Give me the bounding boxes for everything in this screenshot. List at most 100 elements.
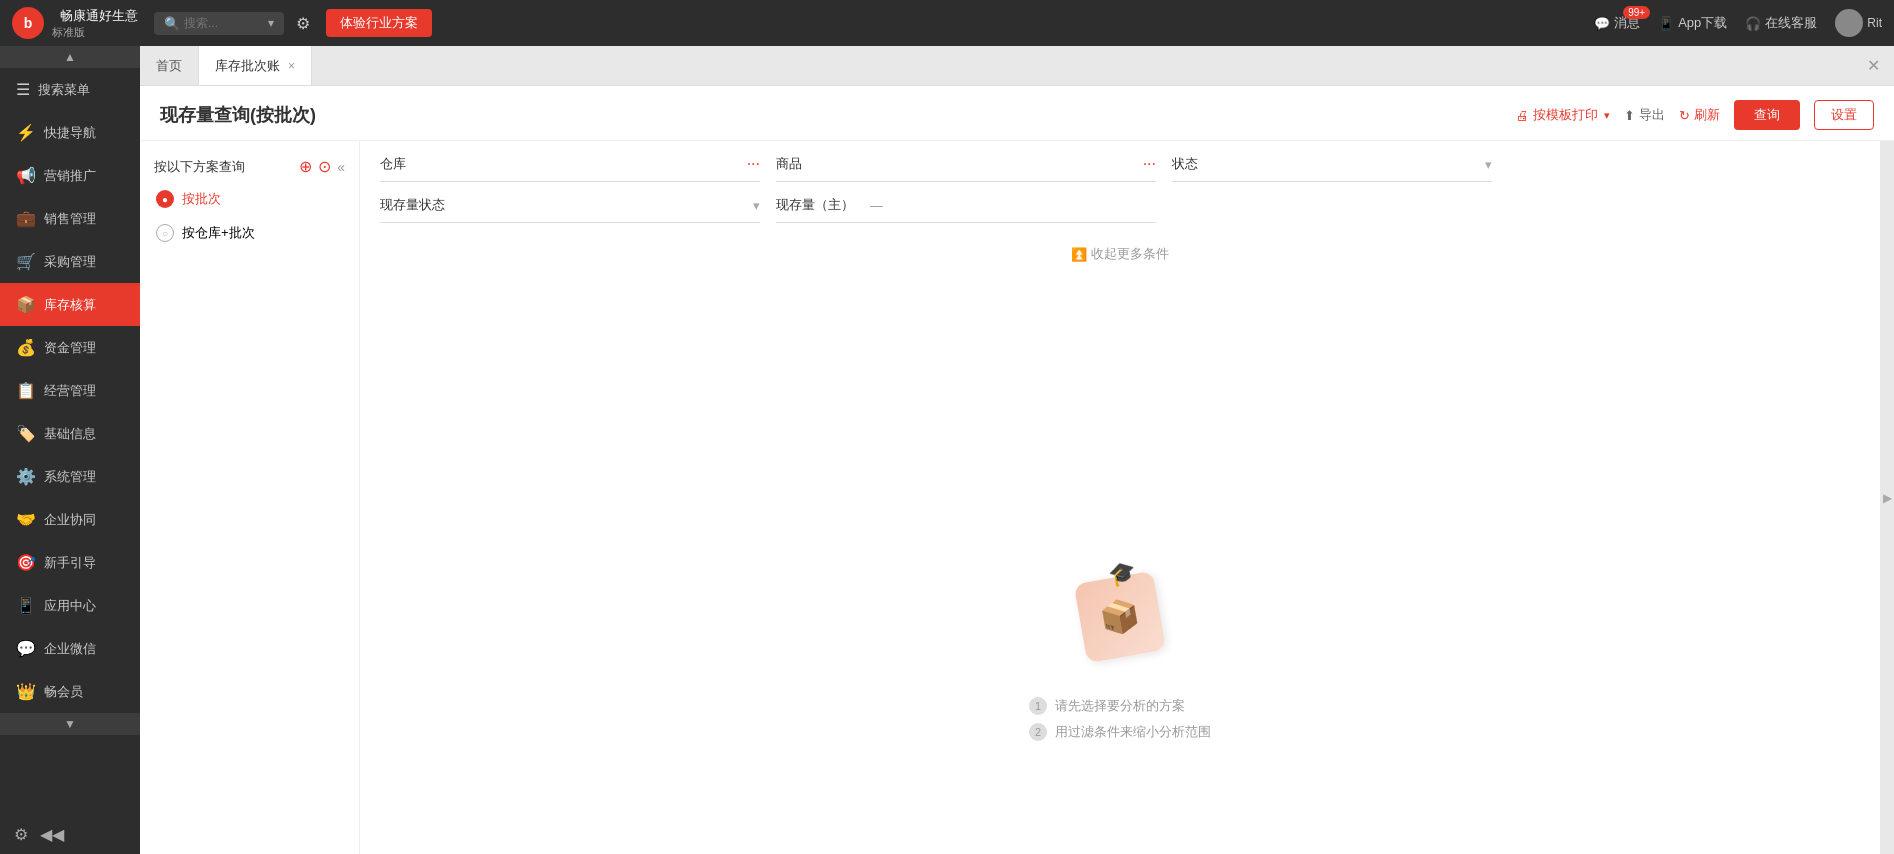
scheme-collapse-icon[interactable]: « [337,159,345,175]
stock-status-filter: 现存量状态 ▾ [380,196,760,223]
sidebar-item-inventory[interactable]: 📦 库存核算 [0,283,140,326]
trial-button[interactable]: 体验行业方案 [326,9,432,37]
search-input[interactable] [184,16,264,30]
collapse-more-button[interactable]: ⏫ 收起更多条件 [380,237,1860,271]
right-content: 仓库 ··· 商品 ··· [360,141,1880,854]
stock-status-label: 现存量状态 [380,196,445,214]
printer-icon: 🖨 [1516,108,1529,123]
right-mini-scrollbar[interactable]: ▶ [1880,141,1894,854]
top-search-bar[interactable]: 🔍 ▾ [154,12,284,35]
export-button[interactable]: ⬆ 导出 [1624,106,1665,124]
sidebar-item-newbie[interactable]: 🎯 新手引导 [0,541,140,584]
inventory-icon: 📦 [16,295,36,314]
sidebar-item-member[interactable]: 👑 畅会员 [0,670,140,713]
brand-name: 畅康通好生意 [60,7,138,25]
sidebar-item-quick-nav[interactable]: ⚡ 快捷导航 [0,111,140,154]
status-label: 状态 [1172,155,1198,173]
sidebar-item-operations[interactable]: 📋 经营管理 [0,369,140,412]
hint-num-2: 2 [1029,723,1047,741]
main-layout: ▲ ☰ 搜索菜单 ⚡ 快捷导航 📢 营销推广 💼 销售管理 🛒 采购管理 📦 库… [0,46,1894,854]
product-search-icon[interactable]: ··· [1143,155,1156,173]
avatar [1835,9,1863,37]
settings-bottom-icon[interactable]: ⚙ [14,825,28,844]
sidebar-scroll-down[interactable]: ▼ [0,713,140,735]
warehouse-filter: 仓库 ··· [380,155,760,182]
hint-item-1: 1 请先选择要分析的方案 [1029,697,1211,715]
app-download-button[interactable]: 📱 App下载 [1658,14,1727,32]
search-menu-icon: ☰ [16,80,30,99]
close-all-icon[interactable]: ✕ [1853,56,1894,75]
basic-info-icon: 🏷️ [16,424,36,443]
sidebar-item-purchase[interactable]: 🛒 采购管理 [0,240,140,283]
page-content: 现存量查询(按批次) 🖨 按模板打印 ▾ ⬆ 导出 ↻ 刷新 [140,86,1894,854]
username-label: Rit [1867,16,1882,30]
headset-icon: 🎧 [1745,16,1761,31]
warehouse-search-icon[interactable]: ··· [747,155,760,173]
sidebar-item-marketing[interactable]: 📢 营销推广 [0,154,140,197]
messages-badge: 99+ [1623,6,1650,19]
right-mini-arrow-icon: ▶ [1883,491,1892,505]
scheme-header-label: 按以下方案查询 [154,158,245,176]
member-icon: 👑 [16,682,36,701]
filter-panel: 仓库 ··· 商品 ··· [360,141,1880,452]
tab-inventory-batch[interactable]: 库存批次账 × [199,46,312,85]
scheme-item-by-batch[interactable]: ● 按批次 [140,182,359,216]
sidebar-item-search-menu[interactable]: ☰ 搜索菜单 [0,68,140,111]
sidebar: ▲ ☰ 搜索菜单 ⚡ 快捷导航 📢 营销推广 💼 销售管理 🛒 采购管理 📦 库… [0,46,140,854]
sidebar-bottom: ⚙ ◀◀ [0,815,140,854]
print-button[interactable]: 🖨 按模板打印 ▾ [1516,106,1610,124]
filter-row-1: 仓库 ··· 商品 ··· [380,155,1860,182]
app-center-icon: 📱 [16,596,36,615]
finance-icon: 💰 [16,338,36,357]
enterprise-icon: 🤝 [16,510,36,529]
status-input[interactable] [1206,157,1485,172]
tab-bar: 首页 库存批次账 × ✕ [140,46,1894,86]
sidebar-item-finance[interactable]: 💰 资金管理 [0,326,140,369]
refresh-button[interactable]: ↻ 刷新 [1679,106,1720,124]
app-logo: b [12,7,44,39]
status-dropdown-icon[interactable]: ▾ [1485,157,1492,172]
online-service-button[interactable]: 🎧 在线客服 [1745,14,1817,32]
hint-item-2: 2 用过滤条件来缩小分析范围 [1029,723,1211,741]
sidebar-item-basic-info[interactable]: 🏷️ 基础信息 [0,412,140,455]
sales-icon: 💼 [16,209,36,228]
empty-icon-area: 📦 🎓 [1060,557,1180,677]
sidebar-item-app-center[interactable]: 📱 应用中心 [0,584,140,627]
status-filter: 状态 ▾ [1172,155,1492,182]
query-button[interactable]: 查询 [1734,100,1800,130]
print-dropdown-icon[interactable]: ▾ [1604,109,1610,122]
sidebar-item-wechat[interactable]: 💬 企业微信 [0,627,140,670]
brand-sub: 标准版 [52,25,138,40]
add-scheme-icon[interactable]: ⊕ [299,157,312,176]
scheme-batch-radio: ● [156,190,174,208]
warehouse-label: 仓库 [380,155,406,173]
sidebar-scroll-up[interactable]: ▲ [0,46,140,68]
phone-icon: 📱 [1658,16,1674,31]
search-dropdown-icon[interactable]: ▾ [268,16,274,30]
warehouse-input[interactable] [414,157,743,172]
stock-status-dropdown-icon[interactable]: ▾ [753,198,760,213]
scheme-warehouse-batch-radio: ○ [156,224,174,242]
settings-button[interactable]: 设置 [1814,100,1874,130]
gear-icon[interactable]: ⚙ [296,14,310,33]
messages-button[interactable]: 💬 消息 99+ [1594,14,1640,32]
newbie-icon: 🎯 [16,553,36,572]
user-avatar-button[interactable]: Rit [1835,9,1882,37]
sidebar-item-sales[interactable]: 💼 销售管理 [0,197,140,240]
operations-icon: 📋 [16,381,36,400]
product-input[interactable] [810,157,1139,172]
hint-num-1: 1 [1029,697,1047,715]
stock-qty-dash: — [870,198,883,213]
sidebar-item-enterprise[interactable]: 🤝 企业协同 [0,498,140,541]
scheme-item-by-warehouse-batch[interactable]: ○ 按仓库+批次 [140,216,359,250]
sidebar-item-system[interactable]: ⚙️ 系统管理 [0,455,140,498]
scheme-settings-icon[interactable]: ⊙ [318,157,331,176]
tab-home[interactable]: 首页 [140,46,199,85]
scheme-header: 按以下方案查询 ⊕ ⊙ « [140,151,359,182]
wechat-icon: 💬 [16,639,36,658]
stock-status-input[interactable] [453,198,753,213]
tab-close-icon[interactable]: × [288,59,295,73]
topbar: b 畅康通好生意 标准版 🔍 ▾ ⚙ 体验行业方案 💬 消息 99+ 📱 App… [0,0,1894,46]
collapse-sidebar-icon[interactable]: ◀◀ [40,825,64,844]
page-body: 按以下方案查询 ⊕ ⊙ « ● 按批次 [140,141,1894,854]
